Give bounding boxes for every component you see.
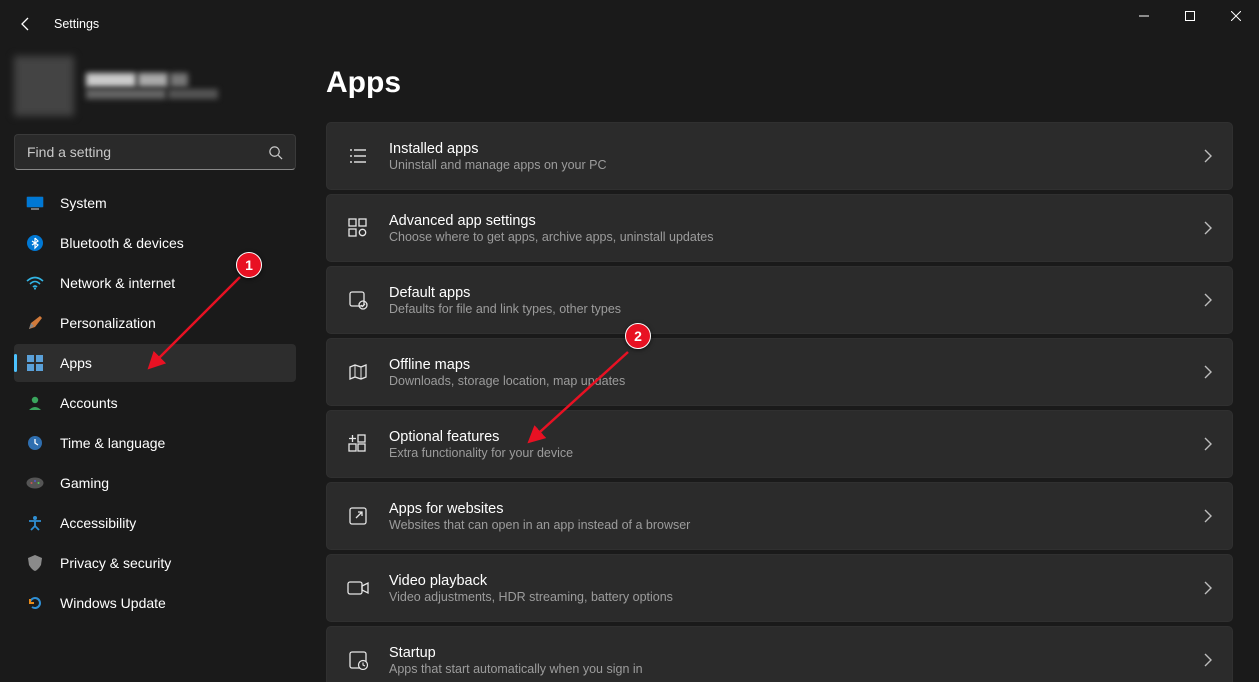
card-subtitle: Video adjustments, HDR streaming, batter… bbox=[389, 590, 1204, 604]
page-title: Apps bbox=[326, 66, 1233, 100]
chevron-right-icon bbox=[1204, 221, 1212, 235]
card-subtitle: Extra functionality for your device bbox=[389, 446, 1204, 460]
card-subtitle: Downloads, storage location, map updates bbox=[389, 374, 1204, 388]
gaming-icon bbox=[26, 474, 44, 492]
sidebar-item-label: Accessibility bbox=[60, 515, 136, 531]
list-icon bbox=[347, 145, 369, 167]
card-title: Installed apps bbox=[389, 141, 1204, 157]
grid-gear-icon bbox=[347, 217, 369, 239]
card-subtitle: Uninstall and manage apps on your PC bbox=[389, 158, 1204, 172]
card-installed-apps[interactable]: Installed appsUninstall and manage apps … bbox=[326, 122, 1233, 190]
chevron-right-icon bbox=[1204, 293, 1212, 307]
grid-plus-icon bbox=[347, 433, 369, 455]
card-title: Default apps bbox=[389, 285, 1204, 301]
card-optional-features[interactable]: Optional featuresExtra functionality for… bbox=[326, 410, 1233, 478]
person-icon bbox=[26, 394, 44, 412]
chevron-right-icon bbox=[1204, 365, 1212, 379]
sidebar-item-gaming[interactable]: Gaming bbox=[14, 464, 296, 502]
sidebar-item-label: Personalization bbox=[60, 315, 156, 331]
sidebar-item-label: Privacy & security bbox=[60, 555, 171, 571]
card-offline-maps[interactable]: Offline mapsDownloads, storage location,… bbox=[326, 338, 1233, 406]
clock-icon bbox=[26, 434, 44, 452]
avatar bbox=[14, 56, 74, 116]
sidebar-item-network[interactable]: Network & internet bbox=[14, 264, 296, 302]
back-button[interactable] bbox=[14, 12, 38, 36]
card-title: Video playback bbox=[389, 573, 1204, 589]
card-subtitle: Websites that can open in an app instead… bbox=[389, 518, 1204, 532]
sidebar-item-personalization[interactable]: Personalization bbox=[14, 304, 296, 342]
sidebar-item-label: Windows Update bbox=[60, 595, 166, 611]
minimize-button[interactable] bbox=[1121, 0, 1167, 32]
chevron-right-icon bbox=[1204, 509, 1212, 523]
search-field[interactable] bbox=[27, 144, 268, 160]
update-icon bbox=[26, 594, 44, 612]
card-title: Apps for websites bbox=[389, 501, 1204, 517]
card-video-playback[interactable]: Video playbackVideo adjustments, HDR str… bbox=[326, 554, 1233, 622]
sidebar-item-apps[interactable]: Apps bbox=[14, 344, 296, 382]
user-profile[interactable] bbox=[14, 56, 296, 116]
card-subtitle: Defaults for file and link types, other … bbox=[389, 302, 1204, 316]
map-icon bbox=[347, 361, 369, 383]
profile-name-pixelated bbox=[86, 73, 218, 99]
sidebar-item-label: Network & internet bbox=[60, 275, 175, 291]
sidebar-item-label: System bbox=[60, 195, 107, 211]
wifi-icon bbox=[26, 274, 44, 292]
system-icon bbox=[26, 194, 44, 212]
card-title: Offline maps bbox=[389, 357, 1204, 373]
card-title: Advanced app settings bbox=[389, 213, 1204, 229]
shield-icon bbox=[26, 554, 44, 572]
card-subtitle: Choose where to get apps, archive apps, … bbox=[389, 230, 1204, 244]
chevron-right-icon bbox=[1204, 149, 1212, 163]
sidebar-item-windows-update[interactable]: Windows Update bbox=[14, 584, 296, 622]
sidebar-item-label: Time & language bbox=[60, 435, 165, 451]
apps-icon bbox=[26, 354, 44, 372]
card-subtitle: Apps that start automatically when you s… bbox=[389, 662, 1204, 676]
card-title: Startup bbox=[389, 645, 1204, 661]
close-button[interactable] bbox=[1213, 0, 1259, 32]
sidebar-item-label: Gaming bbox=[60, 475, 109, 491]
chevron-right-icon bbox=[1204, 581, 1212, 595]
sidebar-item-accessibility[interactable]: Accessibility bbox=[14, 504, 296, 542]
sidebar-item-time-language[interactable]: Time & language bbox=[14, 424, 296, 462]
chevron-right-icon bbox=[1204, 653, 1212, 667]
card-startup[interactable]: StartupApps that start automatically whe… bbox=[326, 626, 1233, 682]
window-title: Settings bbox=[54, 17, 99, 31]
sidebar-item-accounts[interactable]: Accounts bbox=[14, 384, 296, 422]
card-advanced-app-settings[interactable]: Advanced app settingsChoose where to get… bbox=[326, 194, 1233, 262]
default-apps-icon bbox=[347, 289, 369, 311]
launch-icon bbox=[347, 505, 369, 527]
maximize-button[interactable] bbox=[1167, 0, 1213, 32]
card-default-apps[interactable]: Default appsDefaults for file and link t… bbox=[326, 266, 1233, 334]
sidebar-item-label: Apps bbox=[60, 355, 92, 371]
search-input[interactable] bbox=[14, 134, 296, 170]
card-apps-for-websites[interactable]: Apps for websitesWebsites that can open … bbox=[326, 482, 1233, 550]
accessibility-icon bbox=[26, 514, 44, 532]
sidebar-item-bluetooth[interactable]: Bluetooth & devices bbox=[14, 224, 296, 262]
video-icon bbox=[347, 577, 369, 599]
card-title: Optional features bbox=[389, 429, 1204, 445]
sidebar-item-label: Accounts bbox=[60, 395, 118, 411]
chevron-right-icon bbox=[1204, 437, 1212, 451]
sidebar-item-privacy[interactable]: Privacy & security bbox=[14, 544, 296, 582]
search-icon bbox=[268, 145, 283, 160]
bluetooth-icon bbox=[26, 234, 44, 252]
paintbrush-icon bbox=[26, 314, 44, 332]
sidebar-item-system[interactable]: System bbox=[14, 184, 296, 222]
sidebar-item-label: Bluetooth & devices bbox=[60, 235, 184, 251]
startup-icon bbox=[347, 649, 369, 671]
